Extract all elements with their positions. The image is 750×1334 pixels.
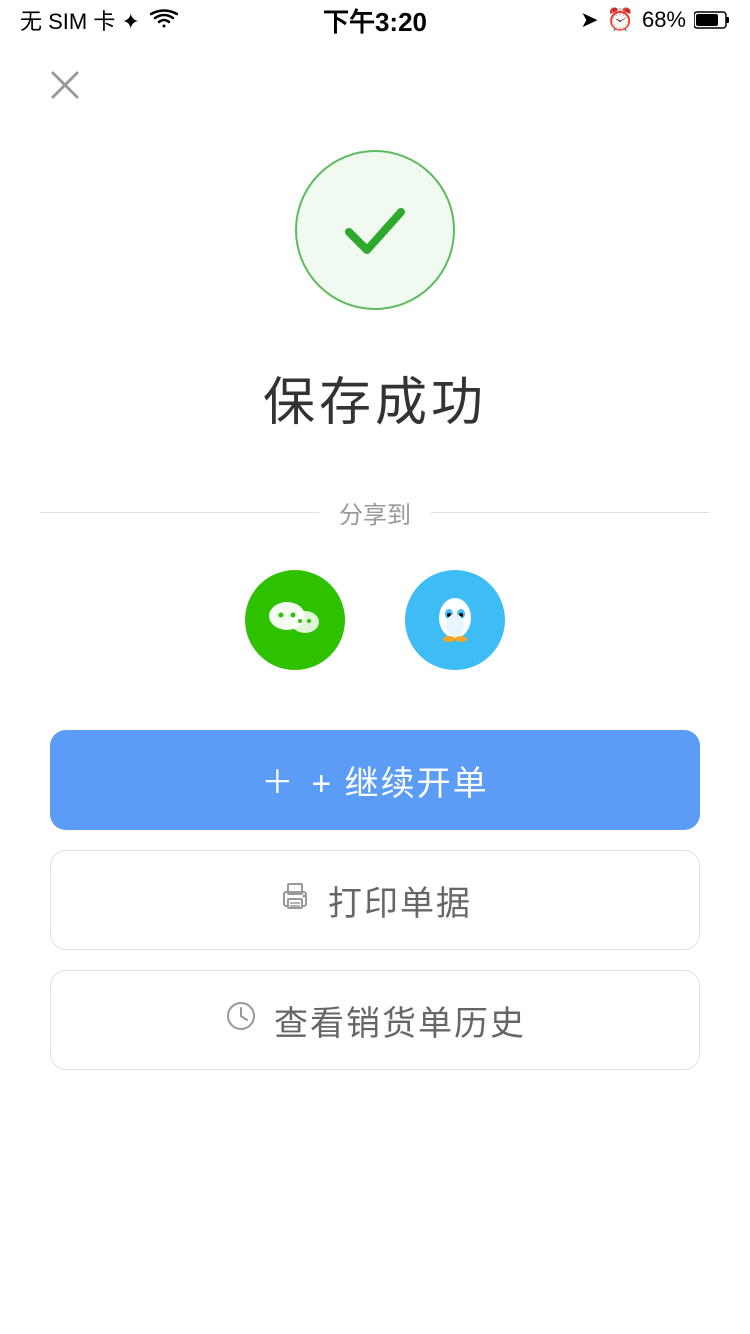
status-bar: 无 SIM 卡 ✦ 下午3:20 ➤ ⏰ 68% [0, 0, 750, 40]
share-divider-row: 分享到 [40, 495, 710, 530]
status-right: ➤ ⏰ 68% [580, 7, 730, 33]
actions: ＋ + 继续开单 打印单据 [40, 730, 710, 1070]
battery-percentage: 68% [642, 7, 686, 33]
wechat-share-button[interactable] [245, 570, 345, 670]
sim-status: 无 SIM 卡 ✦ [20, 4, 140, 36]
close-icon [49, 69, 81, 101]
success-circle [295, 150, 455, 310]
status-time: 下午3:20 [323, 2, 427, 39]
history-label: 查看销货单历史 [274, 996, 526, 1045]
share-label: 分享到 [319, 495, 431, 530]
share-icons [245, 570, 505, 670]
continue-button[interactable]: ＋ + 继续开单 [50, 730, 700, 830]
plus-icon: ＋ [261, 757, 295, 803]
success-title: 保存成功 [263, 360, 487, 435]
location-icon: ➤ [580, 7, 598, 33]
history-icon [224, 999, 258, 1041]
printer-icon [278, 879, 312, 921]
checkmark-icon [335, 190, 415, 270]
qq-icon [425, 590, 485, 650]
alarm-icon: ⏰ [607, 7, 634, 33]
history-button[interactable]: 查看销货单历史 [50, 970, 700, 1070]
battery-icon [694, 10, 730, 30]
continue-label: + 继续开单 [311, 756, 488, 805]
share-section: 分享到 [40, 495, 710, 670]
status-left: 无 SIM 卡 ✦ [20, 4, 178, 36]
main-content: 保存成功 分享到 [0, 110, 750, 1334]
close-button[interactable] [40, 60, 90, 110]
share-divider-right [431, 512, 710, 513]
share-divider-left [40, 512, 319, 513]
wechat-icon [265, 590, 325, 650]
print-button[interactable]: 打印单据 [50, 850, 700, 950]
qq-share-button[interactable] [405, 570, 505, 670]
print-label: 打印单据 [328, 876, 472, 925]
wifi-icon [150, 9, 178, 31]
